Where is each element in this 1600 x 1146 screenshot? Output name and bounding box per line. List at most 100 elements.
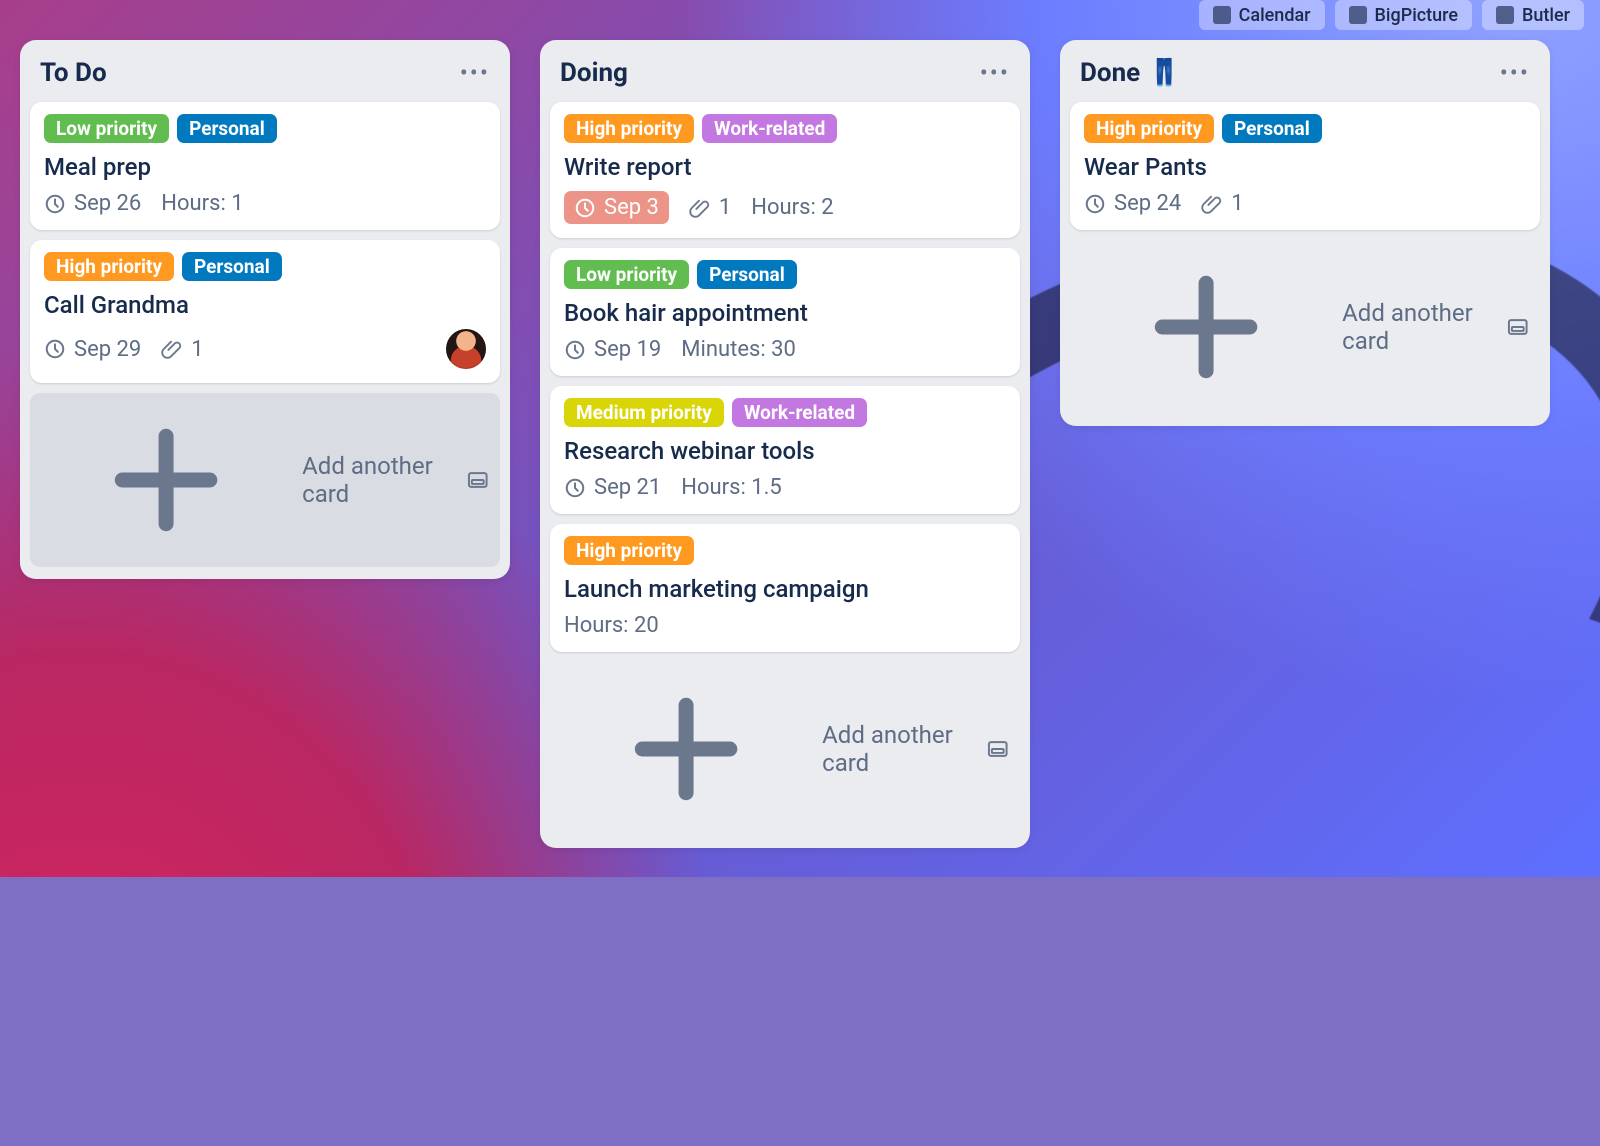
card-template-icon[interactable]: [1506, 315, 1530, 339]
member-avatar[interactable]: [446, 329, 486, 369]
attachment-badge[interactable]: 1: [1201, 191, 1243, 216]
card-label[interactable]: Low priority: [564, 260, 689, 289]
card-label[interactable]: Work-related: [732, 398, 867, 427]
plus-icon: [40, 405, 292, 555]
clock-icon: [44, 193, 66, 215]
list-menu-button[interactable]: •••: [1500, 59, 1530, 87]
due-date-badge[interactable]: Sep 21: [564, 475, 661, 500]
card-label[interactable]: High priority: [564, 536, 694, 565]
card-labels: Medium priority Work-related: [564, 398, 1006, 427]
card-title: Write report: [564, 153, 1006, 181]
due-date-badge[interactable]: Sep 29: [44, 337, 141, 362]
card-template-icon[interactable]: [466, 468, 490, 492]
due-date-text: Sep 21: [594, 475, 661, 500]
card-labels: High priority Work-related: [564, 114, 1006, 143]
custom-field-badge: Hours: 1: [161, 191, 243, 216]
attachment-count: 1: [719, 195, 731, 220]
card-title: Book hair appointment: [564, 299, 1006, 327]
card-title: Wear Pants: [1084, 153, 1526, 181]
card-badges: Sep 29 1: [44, 329, 486, 369]
list: Done 👖 ••• High priority Personal Wear Pa…: [1060, 40, 1550, 426]
clock-icon: [564, 339, 586, 361]
due-date-badge[interactable]: Sep 19: [564, 337, 661, 362]
toolbar-button-calendar[interactable]: Calendar: [1199, 0, 1325, 30]
calendar-icon: [1213, 6, 1231, 24]
card-title: Research webinar tools: [564, 437, 1006, 465]
due-date-badge[interactable]: Sep 3: [564, 191, 669, 224]
card-badges: Sep 26 Hours: 1: [44, 191, 486, 216]
list-title[interactable]: To Do: [40, 58, 107, 88]
attachment-count: 1: [191, 337, 203, 362]
card-label[interactable]: Personal: [1222, 114, 1322, 143]
board-toolbar: Calendar BigPicture Butler: [1199, 0, 1584, 30]
card-label[interactable]: Work-related: [702, 114, 837, 143]
due-date-text: Sep 19: [594, 337, 661, 362]
clip-icon: [161, 338, 183, 360]
card-labels: High priority: [564, 536, 1006, 565]
board: To Do ••• Low priorityPersonal Meal prep…: [20, 40, 1550, 848]
card[interactable]: High priority Work-related Write report S…: [550, 102, 1020, 238]
list-title-text: To Do: [40, 58, 107, 88]
butler-icon: [1496, 6, 1514, 24]
custom-field-badge: Hours: 1.5: [681, 475, 782, 500]
card-badges: Hours: 20: [564, 613, 1006, 638]
card-labels: Low priority Personal: [44, 114, 486, 143]
card-label[interactable]: High priority: [564, 114, 694, 143]
plus-icon: [1080, 252, 1332, 402]
list-menu-button[interactable]: •••: [460, 59, 490, 87]
toolbar-button-butler[interactable]: Butler: [1482, 0, 1584, 30]
due-date-text: Sep 3: [604, 195, 659, 220]
card-badges: Sep 24 1: [1084, 191, 1526, 216]
card-label[interactable]: Personal: [697, 260, 797, 289]
card-label[interactable]: High priority: [44, 252, 174, 281]
due-date-text: Sep 29: [74, 337, 141, 362]
add-card-label: Add another card: [822, 721, 976, 777]
card[interactable]: High priority Personal Wear Pants Sep 24 …: [1070, 102, 1540, 230]
clock-icon: [1084, 193, 1106, 215]
card-title: Launch marketing campaign: [564, 575, 1006, 603]
list-title[interactable]: Done 👖: [1080, 58, 1181, 88]
card-labels: Low priority Personal: [564, 260, 1006, 289]
card-label[interactable]: Personal: [182, 252, 282, 281]
list: To Do ••• Low priorityPersonal Meal prep…: [20, 40, 510, 579]
card-label[interactable]: Personal: [177, 114, 277, 143]
card[interactable]: High priority Launch marketing campaign …: [550, 524, 1020, 652]
card-label[interactable]: Medium priority: [564, 398, 724, 427]
card-badges: Sep 21 Hours: 1.5: [564, 475, 1006, 500]
list-title-text: Doing: [560, 58, 628, 88]
list-title[interactable]: Doing: [560, 58, 628, 88]
card-labels: High priority Personal: [44, 252, 486, 281]
grid-icon: [1349, 6, 1367, 24]
add-card-button[interactable]: Add another card: [550, 662, 1020, 836]
add-card-button[interactable]: Add another card: [30, 393, 500, 567]
card-template-icon[interactable]: [986, 737, 1010, 761]
card[interactable]: Medium priority Work-related Research web…: [550, 386, 1020, 514]
list: Doing ••• High priority Work-related Writ…: [540, 40, 1030, 848]
clip-icon: [689, 197, 711, 219]
card-badges: Sep 3 1 Hours: 2: [564, 191, 1006, 224]
list-menu-button[interactable]: •••: [980, 59, 1010, 87]
card-label[interactable]: High priority: [1084, 114, 1214, 143]
card[interactable]: High priorityPersonal Call Grandma Sep 2…: [30, 240, 500, 383]
card[interactable]: Low priorityPersonal Meal prep Sep 26Hou…: [30, 102, 500, 230]
list-header: Done 👖 •••: [1070, 52, 1540, 102]
custom-field-badge: Hours: 2: [751, 195, 833, 220]
add-card-label: Add another card: [302, 452, 456, 508]
due-date-badge[interactable]: Sep 24: [1084, 191, 1181, 216]
card-badges: Sep 19 Minutes: 30: [564, 337, 1006, 362]
toolbar-button-bigpicture[interactable]: BigPicture: [1335, 0, 1472, 30]
card[interactable]: Low priority Personal Book hair appointme…: [550, 248, 1020, 376]
attachment-badge[interactable]: 1: [689, 195, 731, 220]
attachment-badge[interactable]: 1: [161, 337, 203, 362]
add-card-button[interactable]: Add another card: [1070, 240, 1540, 414]
due-date-badge[interactable]: Sep 26: [44, 191, 141, 216]
clock-icon: [574, 197, 596, 219]
toolbar-button-label: BigPicture: [1375, 5, 1458, 26]
custom-field-badge: Minutes: 30: [681, 337, 796, 362]
list-header: Doing •••: [550, 52, 1020, 102]
card-label[interactable]: Low priority: [44, 114, 169, 143]
clock-icon: [564, 477, 586, 499]
add-card-label: Add another card: [1342, 299, 1496, 355]
list-header: To Do •••: [30, 52, 500, 102]
due-date-text: Sep 26: [74, 191, 141, 216]
